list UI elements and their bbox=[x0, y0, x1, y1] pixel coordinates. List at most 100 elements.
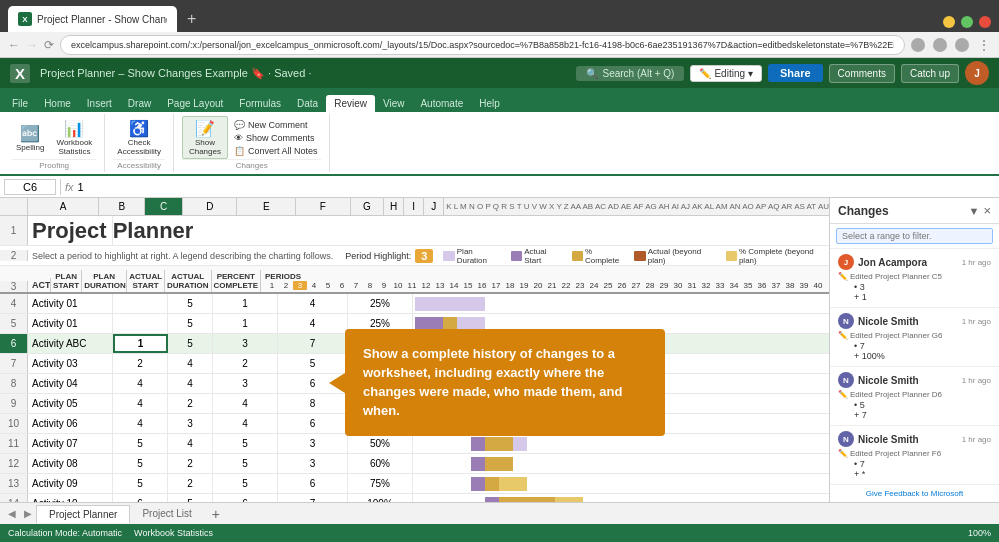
ribbon-accessibility-btn[interactable]: ♿ Check Accessibility bbox=[113, 117, 165, 158]
feedback-button[interactable]: Give Feedback to Microsoft bbox=[830, 484, 999, 502]
col-header-rest: K L M N O P Q R S T U V W X Y Z AA AB AC… bbox=[444, 198, 829, 215]
change-action: ✏️ Edited Project Planner G6 bbox=[838, 331, 991, 340]
add-sheet-button[interactable]: + bbox=[204, 504, 228, 524]
cell-activity[interactable]: Activity 01 bbox=[28, 294, 113, 313]
editing-button[interactable]: ✏️ Editing ▾ bbox=[690, 65, 762, 82]
tab-home[interactable]: Home bbox=[36, 95, 79, 112]
changes-filter-input[interactable] bbox=[836, 228, 993, 244]
tab-automate[interactable]: Automate bbox=[412, 95, 471, 112]
sheet-tab-project-list[interactable]: Project List bbox=[130, 505, 203, 522]
ribbon-convert-notes-btn[interactable]: 📋Convert All Notes bbox=[230, 145, 322, 157]
cell-actual-start[interactable]: 3 bbox=[213, 334, 278, 353]
status-zoom[interactable]: 100% bbox=[968, 528, 991, 538]
url-input[interactable] bbox=[60, 35, 905, 55]
forward-button[interactable]: → bbox=[26, 38, 38, 52]
cell-activity[interactable]: Activity ABC bbox=[28, 334, 113, 353]
cell-actual-dur[interactable]: 4 bbox=[278, 294, 348, 313]
tab-insert[interactable]: Insert bbox=[79, 95, 120, 112]
row-num-8[interactable]: 8 bbox=[0, 374, 28, 393]
search-box[interactable]: 🔍 Search (Alt + Q) bbox=[576, 66, 684, 81]
close-button[interactable] bbox=[979, 16, 991, 28]
col-header-a[interactable]: A bbox=[28, 198, 99, 215]
row-num-4[interactable]: 4 bbox=[0, 294, 28, 313]
change-action: ✏️ Edited Project Planner F6 bbox=[838, 449, 991, 458]
calculation-mode: Calculation Mode: Automatic bbox=[8, 528, 122, 538]
row-num-7[interactable]: 7 bbox=[0, 354, 28, 373]
tab-page-layout[interactable]: Page Layout bbox=[159, 95, 231, 112]
back-button[interactable]: ← bbox=[8, 38, 20, 52]
formula-input[interactable] bbox=[78, 181, 995, 193]
col-header-b[interactable]: B bbox=[99, 198, 145, 215]
excel-logo: X bbox=[10, 64, 30, 83]
cell-actual-start[interactable]: 1 bbox=[213, 294, 278, 313]
minimize-button[interactable] bbox=[943, 16, 955, 28]
tab-formulas[interactable]: Formulas bbox=[231, 95, 289, 112]
tab-file[interactable]: File bbox=[4, 95, 36, 112]
cell-actual-start[interactable]: 1 bbox=[213, 314, 278, 333]
new-tab-button[interactable]: + bbox=[183, 10, 200, 32]
cell-activity[interactable]: Activity 01 bbox=[28, 314, 113, 333]
change-item[interactable]: N Nicole Smith 1 hr ago ✏️ Edited Projec… bbox=[830, 308, 999, 367]
row-num-1[interactable]: 1 bbox=[0, 216, 28, 245]
cell-reference-box[interactable] bbox=[4, 179, 56, 195]
ribbon-workbook-stats-btn[interactable]: 📊 Workbook Statistics bbox=[52, 117, 96, 158]
tab-draw[interactable]: Draw bbox=[120, 95, 159, 112]
row-num-2[interactable]: 2 bbox=[0, 250, 28, 261]
catchup-button[interactable]: Catch up bbox=[901, 64, 959, 83]
comments-button[interactable]: Comments bbox=[829, 64, 895, 83]
col-header-e[interactable]: E bbox=[237, 198, 296, 215]
col-header-i[interactable]: I bbox=[404, 198, 424, 215]
ribbon-spelling-btn[interactable]: 🔤 Spelling bbox=[12, 122, 48, 154]
change-item[interactable]: J Jon Acampora 1 hr ago ✏️ Edited Projec… bbox=[830, 249, 999, 308]
cell-plan-dur[interactable]: 5 bbox=[168, 294, 213, 313]
tab-review[interactable]: Review bbox=[326, 95, 375, 112]
workbook-stats-status[interactable]: Workbook Statistics bbox=[134, 528, 213, 538]
cell-plan-start[interactable] bbox=[113, 294, 168, 313]
cell-plan-dur[interactable]: 5 bbox=[168, 314, 213, 333]
row-num-5[interactable]: 5 bbox=[0, 314, 28, 333]
cell-actual-dur[interactable]: 7 bbox=[278, 334, 348, 353]
row-num-11[interactable]: 11 bbox=[0, 434, 28, 453]
row-num-6[interactable]: 6 bbox=[0, 334, 28, 353]
row-num-13[interactable]: 13 bbox=[0, 474, 28, 493]
change-item[interactable]: N Nicole Smith 1 hr ago ✏️ Edited Projec… bbox=[830, 367, 999, 426]
row-num-3[interactable]: 3 bbox=[0, 281, 28, 292]
refresh-button[interactable]: ⟳ bbox=[44, 38, 54, 52]
row-num-14[interactable]: 14 bbox=[0, 494, 28, 502]
col-header-f[interactable]: F bbox=[296, 198, 350, 215]
cell-plan-start[interactable] bbox=[113, 314, 168, 333]
change-item[interactable]: N Nicole Smith 1 hr ago ✏️ Edited Projec… bbox=[830, 426, 999, 484]
cell-subtitle: Select a period to highlight at right. A… bbox=[28, 251, 337, 261]
col-header-c[interactable]: C bbox=[145, 198, 183, 215]
tab-help[interactable]: Help bbox=[471, 95, 508, 112]
scroll-left-button[interactable]: ◀ bbox=[4, 508, 20, 519]
sheet-tab-project-planner[interactable]: Project Planner bbox=[36, 505, 130, 523]
tab-data[interactable]: Data bbox=[289, 95, 326, 112]
ribbon-show-changes-btn[interactable]: 📝 Show Changes bbox=[182, 116, 228, 159]
cell-percent[interactable]: 25% bbox=[348, 294, 413, 313]
col-header-h[interactable]: H bbox=[384, 198, 404, 215]
row-num-12[interactable]: 12 bbox=[0, 454, 28, 473]
col-header-j[interactable]: J bbox=[424, 198, 444, 215]
browser-menu-button[interactable]: ⋮ bbox=[977, 37, 991, 53]
ribbon-new-comment-btn[interactable]: 💬New Comment bbox=[230, 119, 322, 131]
ribbon-show-comments-btn[interactable]: 👁Show Comments bbox=[230, 132, 322, 144]
maximize-button[interactable] bbox=[961, 16, 973, 28]
share-button[interactable]: Share bbox=[768, 64, 823, 82]
col-header-d[interactable]: D bbox=[183, 198, 237, 215]
col-header-g[interactable]: G bbox=[351, 198, 385, 215]
tab-view[interactable]: View bbox=[375, 95, 413, 112]
filter-icon[interactable]: ▼ bbox=[969, 205, 980, 217]
row-num-9[interactable]: 9 bbox=[0, 394, 28, 413]
row-num-10[interactable]: 10 bbox=[0, 414, 28, 433]
cell-a1[interactable]: Project Planner bbox=[28, 216, 113, 245]
close-panel-button[interactable]: × bbox=[983, 203, 991, 218]
cell-actual-dur[interactable]: 4 bbox=[278, 314, 348, 333]
scroll-right-button[interactable]: ▶ bbox=[20, 508, 36, 519]
cell-plan-dur[interactable]: 5 bbox=[168, 334, 213, 353]
change-username: Jon Acampora bbox=[858, 257, 927, 268]
cell-plan-start[interactable]: 1 bbox=[113, 334, 168, 353]
browser-tab-active[interactable]: X Project Planner - Show Changes: × bbox=[8, 6, 177, 32]
change-username: Nicole Smith bbox=[858, 434, 919, 445]
period-highlight-value[interactable]: 3 bbox=[415, 249, 433, 263]
